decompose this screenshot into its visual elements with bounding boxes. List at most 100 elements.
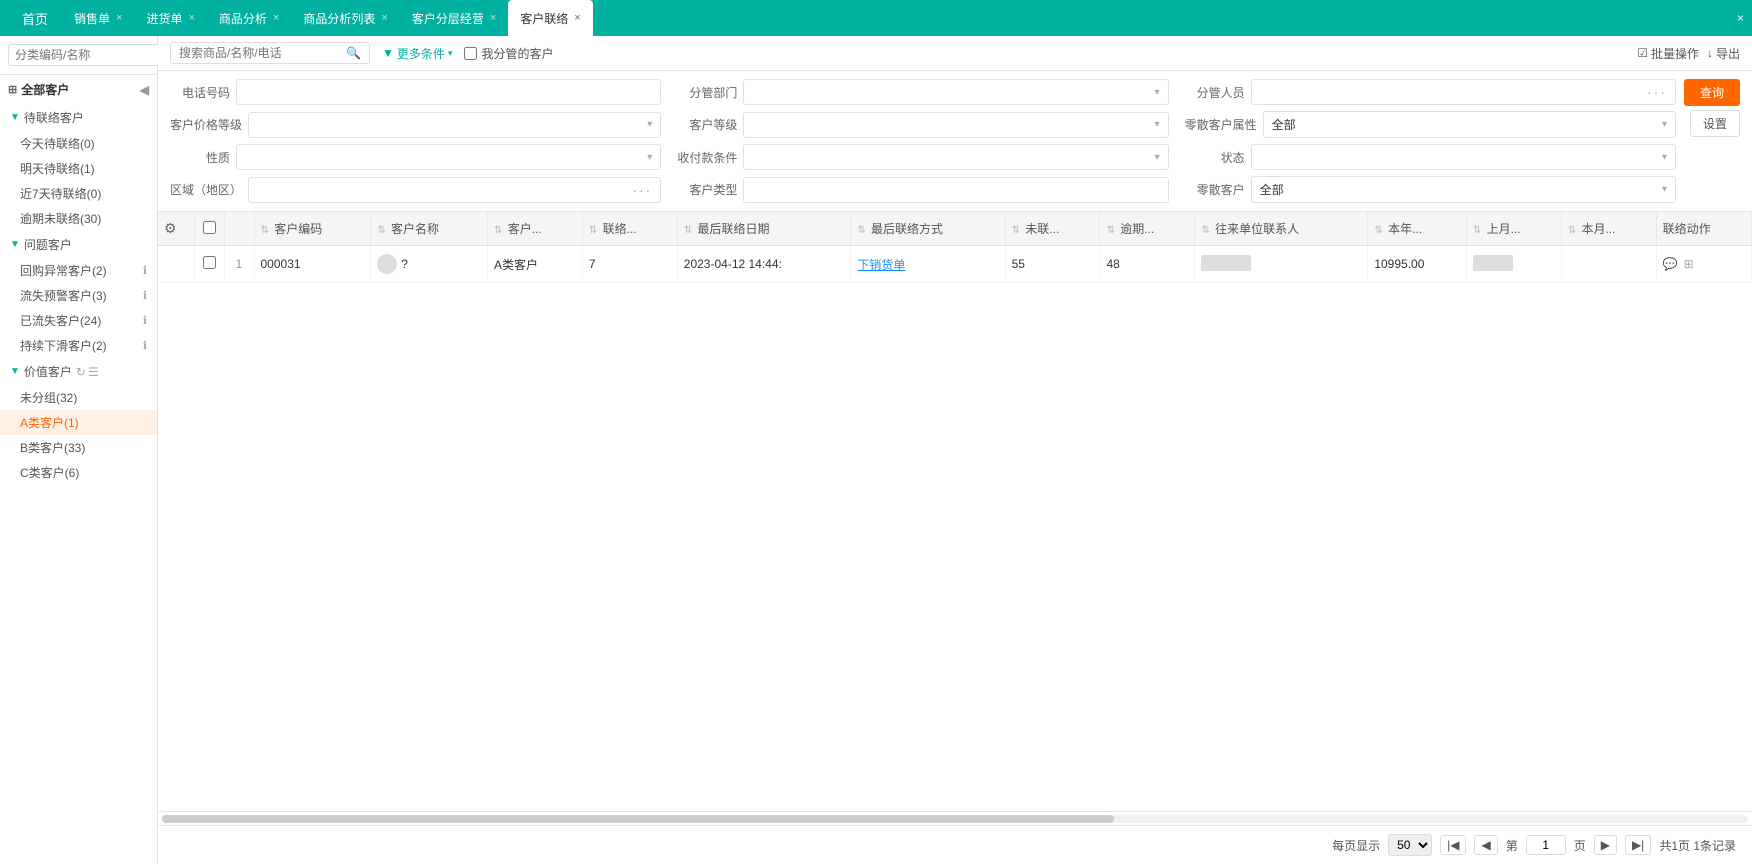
sidebar-item-unclassified[interactable]: 未分组(32) (0, 385, 157, 410)
contact-way-link[interactable]: 下销货单 (857, 258, 905, 272)
th-last-contact-date[interactable]: ⇅ 最后联络日期 (677, 212, 851, 246)
th-not-contacted[interactable]: ⇅ 未联... (1005, 212, 1100, 246)
sidebar-item-declining[interactable]: 持续下滑客户(2) ℹ (0, 333, 157, 358)
close-tab-analysis-icon[interactable]: × (273, 12, 279, 24)
next-page-button[interactable]: ▶ (1594, 835, 1617, 855)
more-conditions-button[interactable]: ▼ 更多条件 ▾ (382, 45, 452, 62)
qr-icon[interactable]: ⊞ (1684, 257, 1694, 271)
th-overdue[interactable]: ⇅ 逾期... (1100, 212, 1195, 246)
filter-input-manager[interactable]: ··· (1251, 79, 1676, 105)
filter-input-retail-customer[interactable]: 全部 ▾ (1251, 176, 1676, 203)
sidebar-search-input[interactable] (8, 44, 177, 66)
dots-icon-manager: ··· (1647, 84, 1667, 100)
sidebar-item-class-c[interactable]: C类客户(6) (0, 460, 157, 485)
th-customer-code[interactable]: ⇅ 客户编码 (254, 212, 371, 246)
th-last-contact-way[interactable]: ⇅ 最后联络方式 (851, 212, 1005, 246)
sidebar-item-churn-warning[interactable]: 流失预警客户(3) ℹ (0, 283, 157, 308)
close-all-button[interactable]: × (1737, 11, 1744, 25)
scrollbar-thumb[interactable] (162, 815, 1114, 823)
prev-page-button[interactable]: ◀ (1474, 835, 1497, 855)
close-tab-analysis-list-icon[interactable]: × (381, 12, 387, 24)
nav-tab-analysis-list[interactable]: 商品分析列表 × (291, 0, 399, 36)
filter-input-retail-attr[interactable]: 全部 ▾ (1263, 111, 1676, 138)
settings-value-icon[interactable]: ☰ (88, 365, 99, 379)
sidebar-item-7days-contact[interactable]: 近7天待联络(0) (0, 181, 157, 206)
nav-home[interactable]: 首页 (8, 0, 62, 36)
close-tab-customer-contact-icon[interactable]: × (574, 12, 580, 24)
td-overdue: 48 (1100, 246, 1195, 283)
last-page-button[interactable]: ▶| (1625, 835, 1651, 855)
th-unit-contact[interactable]: ⇅ 往来单位联系人 (1195, 212, 1368, 246)
page-number-input[interactable] (1526, 835, 1566, 855)
th-customer-type[interactable]: ⇅ 客户... (488, 212, 583, 246)
filter-input-nature[interactable]: ▾ (236, 144, 661, 170)
nav-tab-purchase[interactable]: 进货单 × (134, 0, 206, 36)
sidebar-item-overdue-contact[interactable]: 逾期未联络(30) (0, 206, 157, 231)
filter-input-payment[interactable]: ▾ (743, 144, 1168, 170)
filter-search-input[interactable] (179, 46, 346, 60)
th-gear[interactable]: ⚙ (158, 212, 194, 246)
sidebar-group-pending[interactable]: ▼ 待联络客户 (0, 104, 157, 131)
my-customers-checkbox[interactable]: 我分管的客户 (464, 45, 553, 62)
action-icons-group: 💬 ⊞ (1663, 257, 1745, 271)
export-icon: ↓ (1707, 46, 1713, 60)
chevron-price-icon: ▾ (647, 119, 652, 130)
per-page-select[interactable]: 50 (1388, 834, 1432, 856)
th-checkbox[interactable] (194, 212, 224, 246)
nav-tab-sales[interactable]: 销售单 × (62, 0, 134, 36)
sort-icon-4: ⇅ (589, 225, 597, 236)
td-customer-name: ? (371, 246, 488, 283)
th-customer-name[interactable]: ⇅ 客户名称 (371, 212, 488, 246)
my-customers-check[interactable] (464, 47, 477, 60)
export-button[interactable]: ↓ 导出 (1707, 45, 1740, 62)
select-all-checkbox[interactable] (203, 221, 216, 234)
query-button[interactable]: 查询 (1684, 79, 1740, 106)
close-tab-sales-icon[interactable]: × (116, 12, 122, 24)
sidebar-all-customers-header[interactable]: ⊞ 全部客户 ◀ (0, 75, 157, 104)
sidebar-group-value[interactable]: ▼ 价值客户 ↻ ☰ (0, 358, 157, 385)
sidebar-item-class-a[interactable]: A类客户(1) (0, 410, 157, 435)
chevron-level-icon: ▾ (1155, 119, 1160, 130)
refresh-icon[interactable]: ↻ (76, 365, 86, 379)
nav-tab-analysis[interactable]: 商品分析 × (207, 0, 291, 36)
settings-button[interactable]: 设置 (1690, 110, 1740, 137)
row-checkbox[interactable] (203, 256, 216, 269)
filter-input-customer-type[interactable] (743, 177, 1168, 203)
filter-row-2: 客户价格等级 ▾ 客户等级 ▾ (170, 111, 1676, 138)
nav-tab-customer-contact[interactable]: 客户联络 × (508, 0, 592, 36)
first-page-button[interactable]: |◀ (1440, 835, 1466, 855)
filter-input-region[interactable]: ··· (248, 177, 661, 203)
filter-search-icon[interactable]: 🔍 (346, 46, 361, 60)
avatar (377, 254, 397, 274)
sidebar-item-today-contact[interactable]: 今天待联络(0) (0, 131, 157, 156)
sidebar-item-tomorrow-contact[interactable]: 明天待联络(1) (0, 156, 157, 181)
batch-operation-button[interactable]: ☑ 批量操作 (1637, 45, 1699, 62)
page-suffix: 页 (1574, 837, 1586, 854)
sidebar-item-class-b[interactable]: B类客户(33) (0, 435, 157, 460)
th-action: 联络动作 (1656, 212, 1751, 246)
sidebar-collapse-icon[interactable]: ◀ (140, 83, 149, 97)
total-records-label: 共1页 1条记录 (1659, 837, 1736, 854)
close-tab-customer-mgmt-icon[interactable]: × (490, 12, 496, 24)
filter-input-phone[interactable] (236, 79, 661, 105)
sidebar-group-problem[interactable]: ▼ 问题客户 (0, 231, 157, 258)
sidebar-item-churned[interactable]: 已流失客户(24) ℹ (0, 308, 157, 333)
message-icon[interactable]: 💬 (1663, 257, 1678, 271)
close-tab-purchase-icon[interactable]: × (188, 12, 194, 24)
th-this-month[interactable]: ⇅ 本月... (1561, 212, 1656, 246)
customer-table-area: ⚙ ⇅ 客户编码 ⇅ 客户名称 (158, 212, 1752, 811)
th-last-month[interactable]: ⇅ 上月... (1466, 212, 1561, 246)
th-contact-count[interactable]: ⇅ 联络... (582, 212, 677, 246)
th-this-year[interactable]: ⇅ 本年... (1368, 212, 1467, 246)
filter-input-dept[interactable]: ▾ (743, 79, 1168, 105)
sort-icon-11: ⇅ (1473, 225, 1481, 236)
filter-input-status[interactable]: ▾ (1251, 144, 1676, 170)
horizontal-scrollbar[interactable] (158, 811, 1752, 825)
filter-field-status: 状态 ▾ (1185, 144, 1676, 170)
nav-tab-customer-mgmt[interactable]: 客户分层经营 × (400, 0, 508, 36)
sidebar-item-repurchase-abnormal[interactable]: 回购异常客户(2) ℹ (0, 258, 157, 283)
filter-input-price-level[interactable]: ▾ (248, 112, 661, 138)
td-checkbox[interactable] (194, 246, 224, 283)
filter-field-manager: 分管人员 ··· (1185, 79, 1676, 105)
filter-input-customer-level[interactable]: ▾ (743, 112, 1168, 138)
